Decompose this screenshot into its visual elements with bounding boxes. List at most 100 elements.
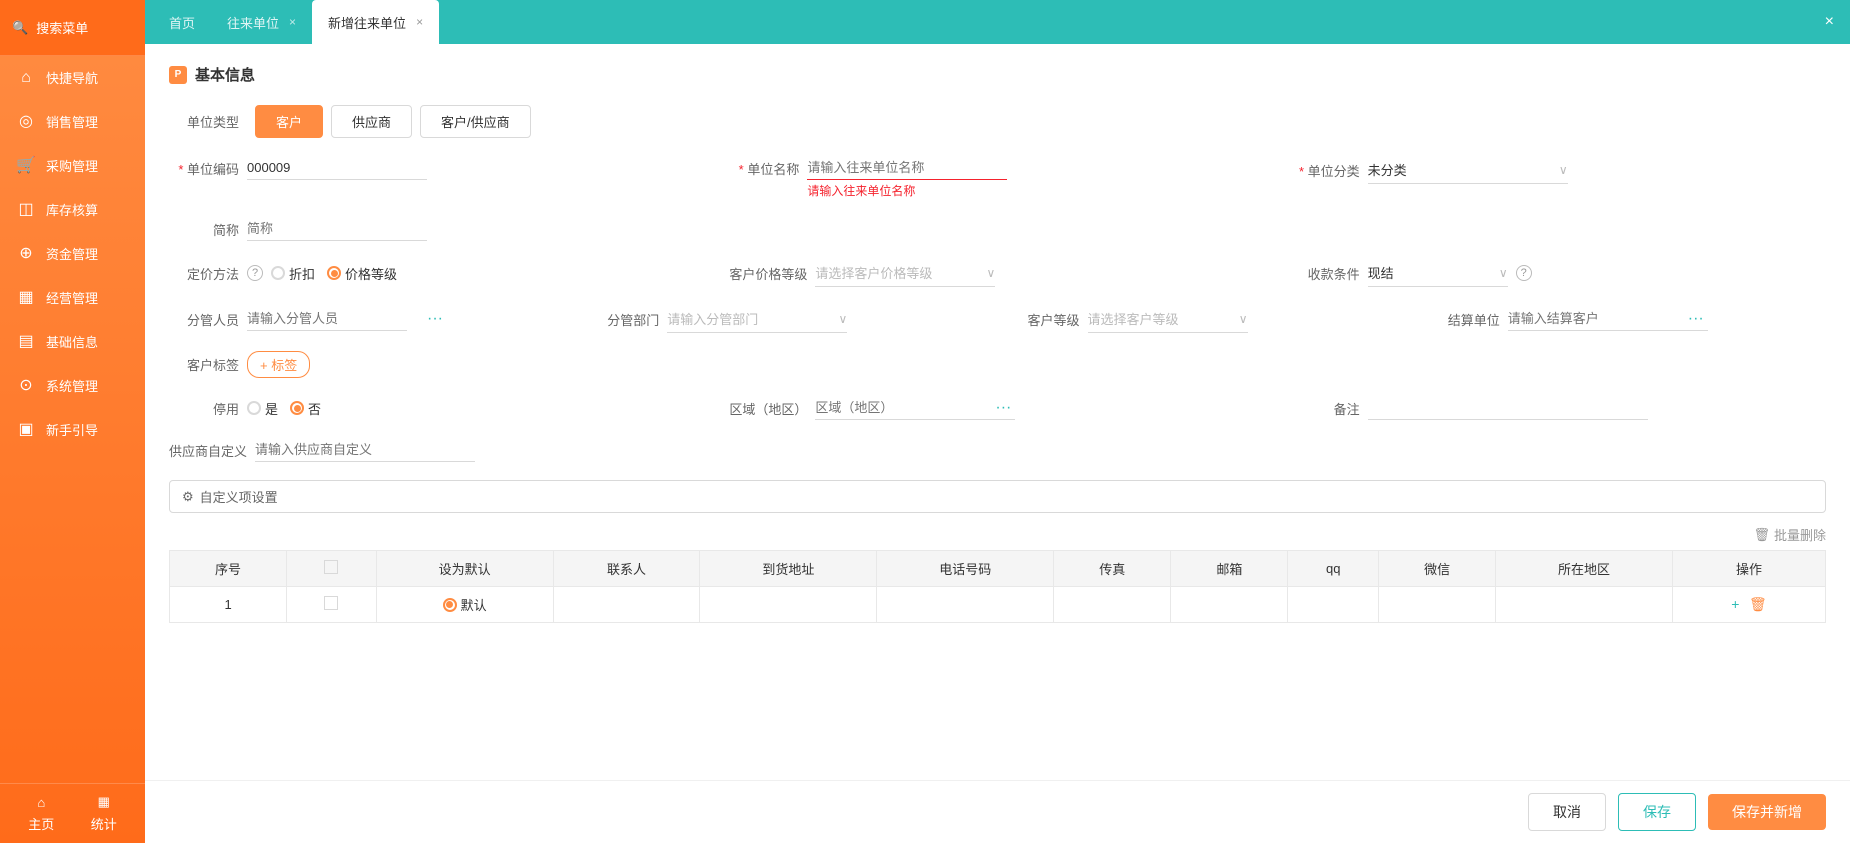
form-row-5: 客户标签 + 标签 — [169, 351, 1826, 378]
sidebar-item-finance[interactable]: ⊕ 资金管理 — [0, 231, 145, 275]
add-tag-button[interactable]: + 标签 — [247, 351, 310, 378]
customer-price-level-label: 客户价格等级 — [729, 264, 807, 283]
home-bottom-icon: ⌂ — [37, 795, 45, 810]
settlement-unit-dots-button[interactable]: ··· — [1684, 310, 1708, 328]
main-close-button[interactable]: × — [1817, 13, 1842, 31]
department-placeholder: 请输入分管部门 — [667, 309, 834, 328]
unit-category-select[interactable]: 未分类 ∨ — [1368, 156, 1568, 184]
save-button[interactable]: 保存 — [1618, 793, 1696, 831]
sidebar-menu: ⌂ 快捷导航 ◎ 销售管理 🛒 采购管理 ◫ 库存核算 ⊕ 资金管理 ▦ 经营管… — [0, 56, 145, 783]
row-add-button[interactable]: + — [1731, 596, 1739, 612]
batch-delete-icon: 🗑 — [1753, 527, 1770, 543]
sidebar-item-label: 系统管理 — [46, 376, 98, 395]
settlement-unit-input-group: ··· — [1508, 307, 1708, 331]
disabled-label: 停用 — [169, 399, 239, 418]
payment-terms-question-icon[interactable]: ? — [1516, 265, 1532, 281]
col-email: 邮箱 — [1171, 551, 1288, 587]
unit-code-label: 单位编码 — [169, 159, 239, 178]
disabled-no-option[interactable]: 否 — [290, 399, 321, 418]
sidebar-item-operations[interactable]: ▦ 经营管理 — [0, 275, 145, 319]
customer-level-chevron: ∨ — [1239, 312, 1248, 326]
row-default-radio-item[interactable]: 默认 — [389, 595, 541, 614]
customer-price-level-placeholder: 请选择客户价格等级 — [815, 263, 982, 282]
customer-price-level-select[interactable]: 请选择客户价格等级 ∨ — [815, 259, 995, 287]
tab-new-contact[interactable]: 新增往来单位 × — [312, 0, 439, 44]
sidebar-item-purchase[interactable]: 🛒 采购管理 — [0, 143, 145, 187]
disabled-no-label: 否 — [308, 399, 321, 418]
pricing-discount-option[interactable]: 折扣 — [271, 264, 315, 283]
supplier-custom-label: 供应商自定义 — [169, 441, 247, 460]
unit-category-value: 未分类 — [1368, 160, 1555, 179]
system-icon: ⊙ — [16, 375, 36, 395]
unit-type-both-button[interactable]: 客户/供应商 — [420, 105, 531, 138]
disabled-yes-option[interactable]: 是 — [247, 399, 278, 418]
settings-gear-icon: ⚙ — [182, 489, 194, 505]
sidebar-bottom-home[interactable]: ⌂ 主页 — [28, 795, 54, 833]
settlement-unit-input[interactable] — [1508, 307, 1684, 330]
section-title: 基本信息 — [195, 64, 255, 85]
department-select[interactable]: 请输入分管部门 ∨ — [667, 305, 847, 333]
manager-label: 分管人员 — [169, 310, 239, 329]
pricing-method-label: 定价方法 — [169, 264, 239, 283]
sidebar-item-system[interactable]: ⊙ 系统管理 — [0, 363, 145, 407]
short-name-input[interactable] — [247, 217, 427, 241]
tab-contacts-close[interactable]: × — [289, 15, 296, 29]
cancel-button[interactable]: 取消 — [1528, 793, 1606, 831]
customer-level-label: 客户等级 — [1010, 310, 1080, 329]
region-dots-button[interactable]: ··· — [991, 399, 1015, 417]
region-input[interactable] — [815, 396, 991, 419]
add-tag-label: + 标签 — [260, 355, 297, 374]
pricing-question-icon[interactable]: ? — [247, 265, 263, 281]
remark-label: 备注 — [1290, 399, 1360, 418]
sidebar-top: 🔍 搜索菜单 — [0, 0, 145, 56]
manager-input[interactable] — [247, 307, 423, 330]
sidebar: 🔍 搜索菜单 ⌂ 快捷导航 ◎ 销售管理 🛒 采购管理 ◫ 库存核算 ⊕ 资金管… — [0, 0, 145, 843]
unit-type-supplier-button[interactable]: 供应商 — [331, 105, 412, 138]
sidebar-item-sales[interactable]: ◎ 销售管理 — [0, 99, 145, 143]
row-delete-button[interactable]: 🗑 — [1749, 596, 1767, 612]
contacts-table: 序号 设为默认 联系人 到货地址 电话号码 传真 邮箱 qq 微信 所在地区 操… — [169, 550, 1826, 623]
payment-terms-select[interactable]: 现结 ∨ — [1368, 259, 1508, 287]
remark-input[interactable] — [1368, 396, 1648, 420]
row-checkbox[interactable] — [324, 596, 338, 610]
disabled-group: 停用 是 否 — [169, 399, 705, 418]
manager-dots-button[interactable]: ··· — [423, 310, 447, 328]
save-and-new-button[interactable]: 保存并新增 — [1708, 794, 1826, 830]
disabled-no-radio-inner — [294, 405, 301, 412]
sidebar-bottom-stats[interactable]: ▦ 统计 — [91, 794, 117, 833]
search-menu-button[interactable]: 🔍 搜索菜单 — [0, 10, 145, 45]
unit-name-input[interactable] — [807, 156, 1007, 180]
supplier-custom-input[interactable] — [255, 438, 475, 462]
tab-home[interactable]: 首页 — [153, 0, 211, 44]
sidebar-item-quick-nav[interactable]: ⌂ 快捷导航 — [0, 56, 145, 99]
row-wechat — [1379, 587, 1496, 623]
home-bottom-label: 主页 — [28, 814, 54, 833]
customer-tag-group: 客户标签 + 标签 — [169, 351, 1826, 378]
customer-level-select[interactable]: 请选择客户等级 ∨ — [1088, 305, 1248, 333]
select-all-checkbox[interactable] — [324, 560, 338, 574]
unit-code-input[interactable] — [247, 156, 427, 180]
tab-contacts[interactable]: 往来单位 × — [211, 0, 312, 44]
pricing-level-option[interactable]: 价格等级 — [327, 264, 397, 283]
unit-type-customer-button[interactable]: 客户 — [255, 105, 323, 138]
unit-type-row: 单位类型 客户 供应商 客户/供应商 — [169, 105, 1826, 138]
bottom-bar: 取消 保存 保存并新增 — [145, 780, 1850, 843]
sidebar-item-inventory[interactable]: ◫ 库存核算 — [0, 187, 145, 231]
sidebar-item-basic-info[interactable]: ▤ 基础信息 — [0, 319, 145, 363]
basic-info-icon: ▤ — [16, 331, 36, 351]
col-checkbox — [287, 551, 377, 587]
custom-settings-label: 自定义项设置 — [200, 487, 278, 506]
tab-new-contact-close[interactable]: × — [416, 15, 423, 29]
pricing-discount-label: 折扣 — [289, 264, 315, 283]
form-content: P 基本信息 单位类型 客户 供应商 客户/供应商 单位编码 单位名称 — [145, 44, 1850, 780]
sidebar-item-guide[interactable]: ▣ 新手引导 — [0, 407, 145, 451]
main-area: 首页 往来单位 × 新增往来单位 × × P 基本信息 单位类型 客户 供应商 … — [145, 0, 1850, 843]
row-default-cell: 默认 — [376, 587, 553, 623]
col-phone: 电话号码 — [877, 551, 1054, 587]
col-fax: 传真 — [1054, 551, 1171, 587]
remark-group: 备注 — [1290, 396, 1826, 420]
table-section: ⚙ 自定义项设置 🗑 批量删除 序号 设为默认 联系人 到货地址 — [169, 480, 1826, 623]
batch-delete-label[interactable]: 批量删除 — [1774, 525, 1826, 544]
row-default-radio — [443, 598, 457, 612]
custom-settings-button[interactable]: ⚙ 自定义项设置 — [169, 480, 1826, 513]
